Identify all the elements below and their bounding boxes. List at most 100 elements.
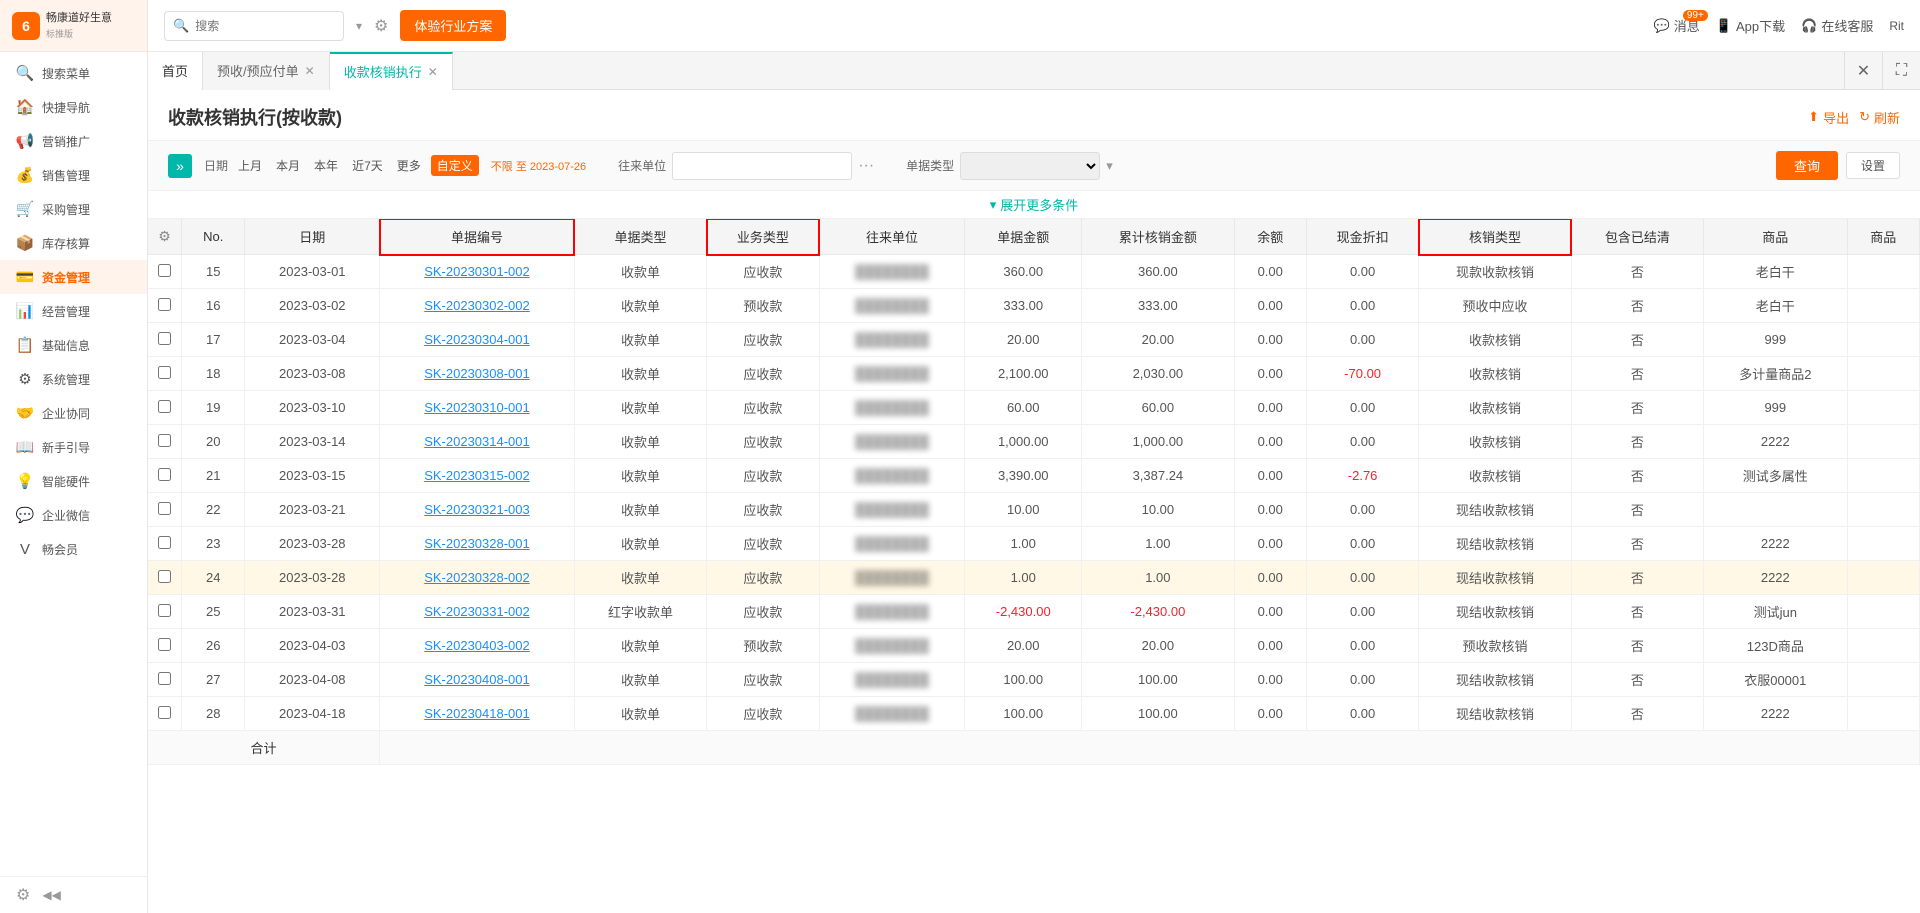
expand-tabs-button[interactable]: ⛶ [1882,52,1920,90]
table-row[interactable]: 25 2023-03-31 SK-20230331-002 红字收款单 应收款 … [148,595,1920,629]
sidebar-footer[interactable]: ⚙ ◀◀ [0,876,147,913]
table-row[interactable]: 19 2023-03-10 SK-20230310-001 收款单 应收款 ██… [148,391,1920,425]
table-row[interactable]: 16 2023-03-02 SK-20230302-002 收款单 预收款 ██… [148,289,1920,323]
table-row[interactable]: 27 2023-04-08 SK-20230408-001 收款单 应收款 ██… [148,663,1920,697]
sidebar-item-hardware[interactable]: 💡智能硬件 [0,464,147,498]
search-chevron-icon[interactable]: ▾ [356,19,362,33]
table-row[interactable]: 24 2023-03-28 SK-20230328-002 收款单 应收款 ██… [148,561,1920,595]
sidebar-item-finance[interactable]: 💳资金管理 [0,260,147,294]
sidebar-item-quicknav[interactable]: 🏠快捷导航 [0,90,147,124]
bill-no-link[interactable]: SK-20230301-002 [424,264,530,279]
tab-advance[interactable]: 预收/预应付单 ✕ [203,52,330,90]
table-row[interactable]: 23 2023-03-28 SK-20230328-001 收款单 应收款 ██… [148,527,1920,561]
collapse-icon[interactable]: ◀◀ [42,888,60,902]
sidebar-item-guide[interactable]: 📖新手引导 [0,430,147,464]
table-row[interactable]: 17 2023-03-04 SK-20230304-001 收款单 应收款 ██… [148,323,1920,357]
row-checkbox[interactable] [158,264,171,277]
bill-no-link[interactable]: SK-20230302-002 [424,298,530,313]
row-checkbox[interactable] [158,298,171,311]
sidebar-item-inventory[interactable]: 📦库存核算 [0,226,147,260]
messages-button[interactable]: 💬 消息 99+ [1654,16,1700,35]
bill-no-link[interactable]: SK-20230304-001 [424,332,530,347]
date-opt-7days[interactable]: 近7天 [348,155,387,176]
sidebar-item-collab[interactable]: 🤝企业协同 [0,396,147,430]
sidebar-item-system[interactable]: ⚙系统管理 [0,362,147,396]
row-checkbox[interactable] [158,604,171,617]
settings-icon[interactable]: ⚙ [16,885,30,905]
refresh-button[interactable]: ↻ 刷新 [1859,108,1900,127]
app-download-button[interactable]: 📱 App下载 [1716,16,1785,35]
sidebar-item-member[interactable]: V畅会员 [0,532,147,566]
sidebar-item-wechat[interactable]: 💬企业微信 [0,498,147,532]
cell-checkbox[interactable] [148,459,182,493]
sidebar-item-search[interactable]: 🔍搜索菜单 [0,56,147,90]
cell-checkbox[interactable] [148,595,182,629]
table-row[interactable]: 26 2023-04-03 SK-20230403-002 收款单 预收款 ██… [148,629,1920,663]
settings-button[interactable]: 设置 [1846,152,1900,179]
row-checkbox[interactable] [158,434,171,447]
sidebar-item-purchase[interactable]: 🛒采购管理 [0,192,147,226]
cell-checkbox[interactable] [148,289,182,323]
cell-checkbox[interactable] [148,357,182,391]
row-checkbox[interactable] [158,502,171,515]
table-row[interactable]: 21 2023-03-15 SK-20230315-002 收款单 应收款 ██… [148,459,1920,493]
partner-input[interactable] [672,152,852,180]
user-name[interactable]: Rit [1889,19,1904,33]
cell-checkbox[interactable] [148,561,182,595]
cell-checkbox[interactable] [148,527,182,561]
row-checkbox[interactable] [158,638,171,651]
cell-checkbox[interactable] [148,629,182,663]
export-button[interactable]: ⬆ 导出 [1808,108,1849,127]
expand-more-button[interactable]: ▾ 展开更多条件 [990,195,1079,214]
row-checkbox[interactable] [158,570,171,583]
solution-button[interactable]: 体验行业方案 [400,10,506,41]
close-all-tabs-button[interactable]: ✕ [1844,52,1882,90]
table-row[interactable]: 15 2023-03-01 SK-20230301-002 收款单 应收款 ██… [148,255,1920,289]
cell-checkbox[interactable] [148,697,182,731]
th-settings[interactable]: ⚙ [148,219,182,255]
table-row[interactable]: 20 2023-03-14 SK-20230314-001 收款单 应收款 ██… [148,425,1920,459]
row-checkbox[interactable] [158,332,171,345]
cell-checkbox[interactable] [148,323,182,357]
bill-no-link[interactable]: SK-20230403-002 [424,638,530,653]
bill-no-link[interactable]: SK-20230314-001 [424,434,530,449]
cell-checkbox[interactable] [148,663,182,697]
cell-checkbox[interactable] [148,493,182,527]
date-opt-custom[interactable]: 自定义 [431,155,479,176]
bill-no-link[interactable]: SK-20230308-001 [424,366,530,381]
table-row[interactable]: 22 2023-03-21 SK-20230321-003 收款单 应收款 ██… [148,493,1920,527]
bill-no-link[interactable]: SK-20230328-002 [424,570,530,585]
date-opt-thisyear[interactable]: 本年 [310,155,342,176]
search-input[interactable] [195,19,335,33]
sidebar-item-sales[interactable]: 💰销售管理 [0,158,147,192]
row-checkbox[interactable] [158,366,171,379]
bill-no-link[interactable]: SK-20230331-002 [424,604,530,619]
tab-advance-close-icon[interactable]: ✕ [305,64,315,78]
date-opt-more[interactable]: 更多 [393,155,425,176]
bill-no-link[interactable]: SK-20230310-001 [424,400,530,415]
sidebar-item-operation[interactable]: 📊经营管理 [0,294,147,328]
tab-home[interactable]: 首页 [148,52,203,90]
row-checkbox[interactable] [158,400,171,413]
bill-no-link[interactable]: SK-20230418-001 [424,706,530,721]
sidebar-item-basic[interactable]: 📋基础信息 [0,328,147,362]
bill-no-link[interactable]: SK-20230315-002 [424,468,530,483]
row-checkbox[interactable] [158,672,171,685]
online-service-button[interactable]: 🎧 在线客服 [1801,16,1873,35]
topbar-search-box[interactable]: 🔍 [164,11,344,41]
cell-checkbox[interactable] [148,391,182,425]
row-checkbox[interactable] [158,536,171,549]
date-opt-lastmonth[interactable]: 上月 [234,155,266,176]
cell-checkbox[interactable] [148,425,182,459]
table-row[interactable]: 18 2023-03-08 SK-20230308-001 收款单 应收款 ██… [148,357,1920,391]
tab-writeoff-close-icon[interactable]: ✕ [428,65,438,79]
sidebar-item-marketing[interactable]: 📢营销推广 [0,124,147,158]
table-row[interactable]: 28 2023-04-18 SK-20230418-001 收款单 应收款 ██… [148,697,1920,731]
partner-dots[interactable]: ··· [858,157,874,175]
query-button[interactable]: 查询 [1776,151,1838,180]
bill-no-link[interactable]: SK-20230321-003 [424,502,530,517]
cell-checkbox[interactable] [148,255,182,289]
tab-writeoff[interactable]: 收款核销执行 ✕ [330,52,453,90]
bill-type-select[interactable] [960,152,1100,180]
row-checkbox[interactable] [158,706,171,719]
